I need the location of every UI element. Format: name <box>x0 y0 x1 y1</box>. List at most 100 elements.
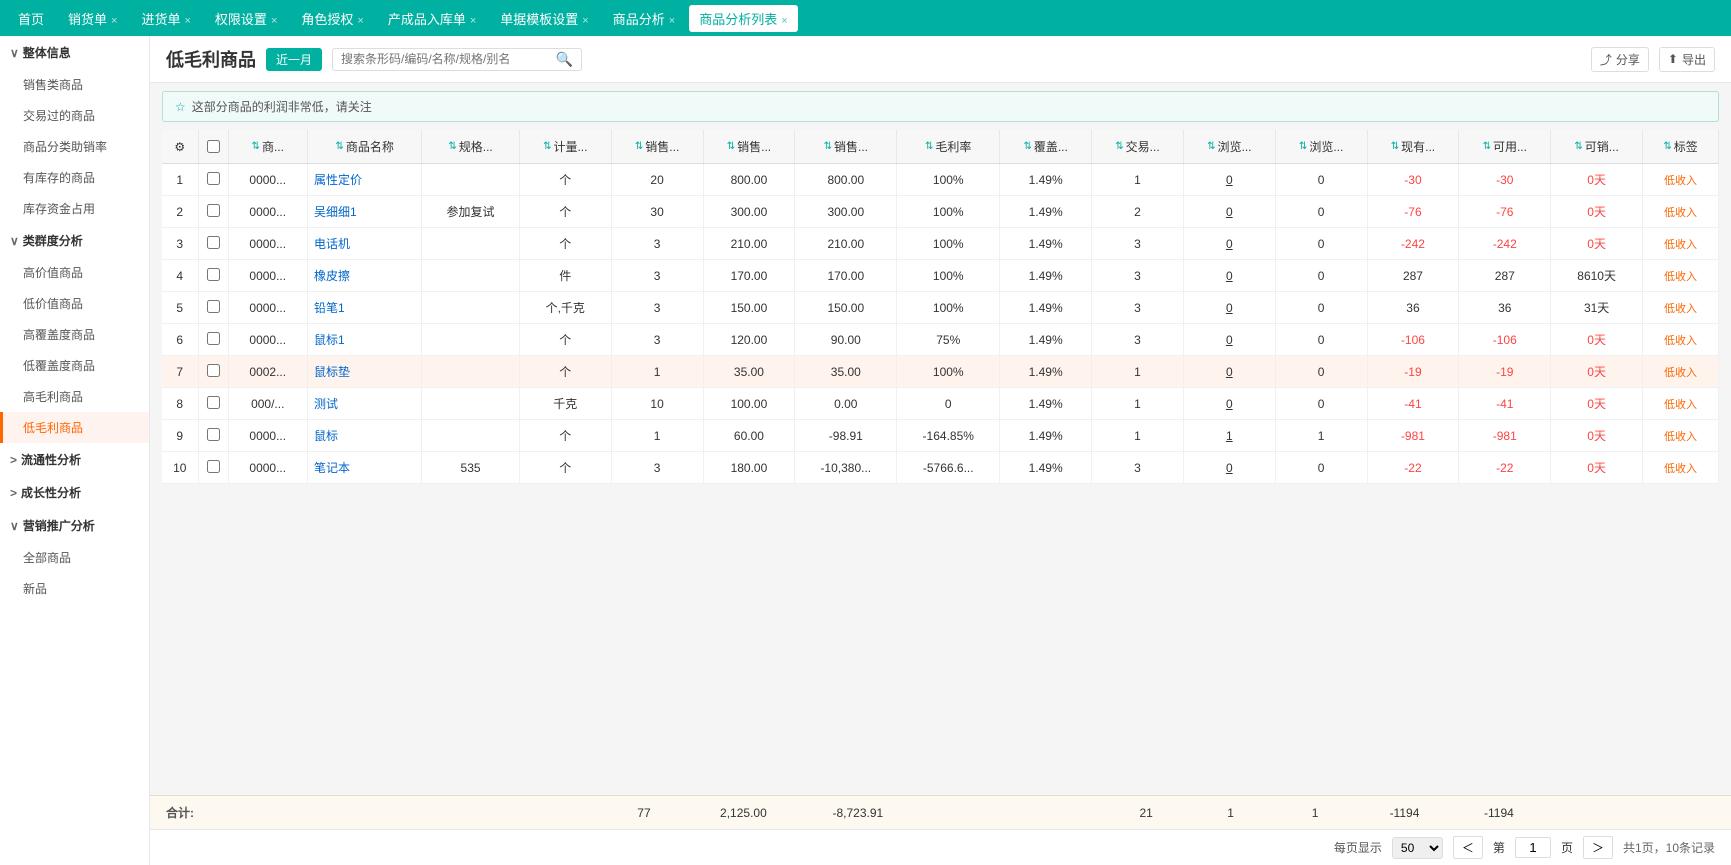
nav-close-icon[interactable]: × <box>184 15 190 27</box>
nav-close-icon[interactable]: × <box>357 15 363 27</box>
row-browse1[interactable]: 0 <box>1183 388 1275 420</box>
row-checkbox[interactable] <box>207 300 220 313</box>
sidebar-group-营销推广分析[interactable]: ∨营销推广分析 <box>0 509 149 542</box>
row-name[interactable]: 鼠标 <box>308 420 422 452</box>
browse1-link[interactable]: 0 <box>1226 237 1233 251</box>
sidebar-group-类群度分析[interactable]: ∨类群度分析 <box>0 224 149 257</box>
next-page-button[interactable]: ＞ <box>1583 836 1613 859</box>
nav-item-销货单[interactable]: 销货单× <box>58 5 127 32</box>
row-name[interactable]: 测试 <box>308 388 422 420</box>
row-checkbox-cell[interactable] <box>198 292 228 324</box>
nav-item-商品分析列表[interactable]: 商品分析列表× <box>689 5 797 32</box>
col-stock-header[interactable]: ⇅现有... <box>1367 130 1459 164</box>
browse1-link[interactable]: 0 <box>1226 173 1233 187</box>
sidebar-item-销售类商品[interactable]: 销售类商品 <box>0 69 149 100</box>
col-sellable-header[interactable]: ⇅可销... <box>1551 130 1643 164</box>
row-browse1[interactable]: 0 <box>1183 324 1275 356</box>
row-checkbox-cell[interactable] <box>198 388 228 420</box>
sidebar-item-有库存的商品[interactable]: 有库存的商品 <box>0 162 149 193</box>
sidebar-item-高覆盖度商品[interactable]: 高覆盖度商品 <box>0 319 149 350</box>
row-name[interactable]: 吴细细1 <box>308 196 422 228</box>
nav-close-icon[interactable]: × <box>470 15 476 27</box>
row-checkbox[interactable] <box>207 236 220 249</box>
row-checkbox-cell[interactable] <box>198 452 228 484</box>
nav-close-icon[interactable]: × <box>111 15 117 27</box>
row-checkbox[interactable] <box>207 364 220 377</box>
search-icon[interactable]: 🔍 <box>556 51 573 68</box>
row-checkbox[interactable] <box>207 460 220 473</box>
sidebar-item-库存资金占用[interactable]: 库存资金占用 <box>0 193 149 224</box>
col-settings[interactable]: ⚙ <box>162 130 198 164</box>
row-checkbox-cell[interactable] <box>198 164 228 196</box>
col-margin-header[interactable]: ⇅毛利率 <box>897 130 1000 164</box>
browse1-link[interactable]: 0 <box>1226 365 1233 379</box>
per-page-select[interactable]: 50 100 200 <box>1392 837 1443 859</box>
search-input[interactable] <box>341 52 556 66</box>
nav-close-icon[interactable]: × <box>781 15 787 27</box>
row-checkbox-cell[interactable] <box>198 356 228 388</box>
row-checkbox[interactable] <box>207 332 220 345</box>
col-trade-header[interactable]: ⇅交易... <box>1092 130 1184 164</box>
page-number-input[interactable] <box>1515 837 1551 858</box>
nav-item-进货单[interactable]: 进货单× <box>131 5 200 32</box>
table-container[interactable]: ⚙ ⇅商... ⇅商品名称 ⇅规格... ⇅计量... ⇅销售... ⇅销售..… <box>150 130 1731 795</box>
row-browse1[interactable]: 0 <box>1183 196 1275 228</box>
row-name[interactable]: 笔记本 <box>308 452 422 484</box>
browse1-link[interactable]: 0 <box>1226 461 1233 475</box>
row-name[interactable]: 铅笔1 <box>308 292 422 324</box>
sidebar-item-低覆盖度商品[interactable]: 低覆盖度商品 <box>0 350 149 381</box>
browse1-link[interactable]: 1 <box>1226 429 1233 443</box>
sidebar-item-交易过的商品[interactable]: 交易过的商品 <box>0 100 149 131</box>
col-available-header[interactable]: ⇅可用... <box>1459 130 1551 164</box>
row-checkbox[interactable] <box>207 172 220 185</box>
row-browse1[interactable]: 0 <box>1183 356 1275 388</box>
browse1-link[interactable]: 0 <box>1226 205 1233 219</box>
sidebar-group-流通性分析[interactable]: >流通性分析 <box>0 443 149 476</box>
row-checkbox-cell[interactable] <box>198 260 228 292</box>
sidebar-item-高毛利商品[interactable]: 高毛利商品 <box>0 381 149 412</box>
col-name-header[interactable]: ⇅商品名称 <box>308 130 422 164</box>
browse1-link[interactable]: 0 <box>1226 269 1233 283</box>
col-sales-profit-header[interactable]: ⇅销售... <box>795 130 897 164</box>
sidebar-item-新品[interactable]: 新品 <box>0 573 149 604</box>
col-spec-header[interactable]: ⇅规格... <box>422 130 520 164</box>
row-browse1[interactable]: 1 <box>1183 420 1275 452</box>
col-code-header[interactable]: ⇅商... <box>228 130 308 164</box>
sidebar-item-全部商品[interactable]: 全部商品 <box>0 542 149 573</box>
nav-item-角色授权[interactable]: 角色授权× <box>291 5 373 32</box>
row-checkbox-cell[interactable] <box>198 196 228 228</box>
nav-close-icon[interactable]: × <box>271 15 277 27</box>
col-sales-qty-header[interactable]: ⇅销售... <box>611 130 703 164</box>
nav-item-首页[interactable]: 首页 <box>8 5 54 32</box>
row-browse1[interactable]: 0 <box>1183 164 1275 196</box>
browse1-link[interactable]: 0 <box>1226 333 1233 347</box>
nav-item-商品分析[interactable]: 商品分析× <box>603 5 685 32</box>
row-name[interactable]: 鼠标1 <box>308 324 422 356</box>
settings-icon[interactable]: ⚙ <box>174 140 185 154</box>
nav-item-单据模板设置[interactable]: 单据模板设置× <box>490 5 598 32</box>
row-name[interactable]: 属性定价 <box>308 164 422 196</box>
col-tag-header[interactable]: ⇅标签 <box>1643 130 1719 164</box>
prev-page-button[interactable]: ＜ <box>1453 836 1483 859</box>
sidebar-item-高价值商品[interactable]: 高价值商品 <box>0 257 149 288</box>
select-all-checkbox[interactable] <box>207 140 220 153</box>
row-name[interactable]: 鼠标垫 <box>308 356 422 388</box>
col-unit-header[interactable]: ⇅计量... <box>519 130 611 164</box>
nav-item-权限设置[interactable]: 权限设置× <box>205 5 287 32</box>
sidebar-group-成长性分析[interactable]: >成长性分析 <box>0 476 149 509</box>
row-name[interactable]: 橡皮擦 <box>308 260 422 292</box>
row-checkbox[interactable] <box>207 268 220 281</box>
sidebar-item-商品分类助销率[interactable]: 商品分类助销率 <box>0 131 149 162</box>
share-button[interactable]: ⤴ 分享 <box>1591 47 1649 72</box>
sidebar-item-低价值商品[interactable]: 低价值商品 <box>0 288 149 319</box>
col-browse2-header[interactable]: ⇅浏览... <box>1275 130 1367 164</box>
row-browse1[interactable]: 0 <box>1183 292 1275 324</box>
date-filter-button[interactable]: 近一月 <box>266 48 322 71</box>
row-browse1[interactable]: 0 <box>1183 228 1275 260</box>
col-browse1-header[interactable]: ⇅浏览... <box>1183 130 1275 164</box>
browse1-link[interactable]: 0 <box>1226 397 1233 411</box>
browse1-link[interactable]: 0 <box>1226 301 1233 315</box>
sidebar-group-整体信息[interactable]: ∨整体信息 <box>0 36 149 69</box>
row-checkbox-cell[interactable] <box>198 228 228 260</box>
nav-close-icon[interactable]: × <box>669 15 675 27</box>
